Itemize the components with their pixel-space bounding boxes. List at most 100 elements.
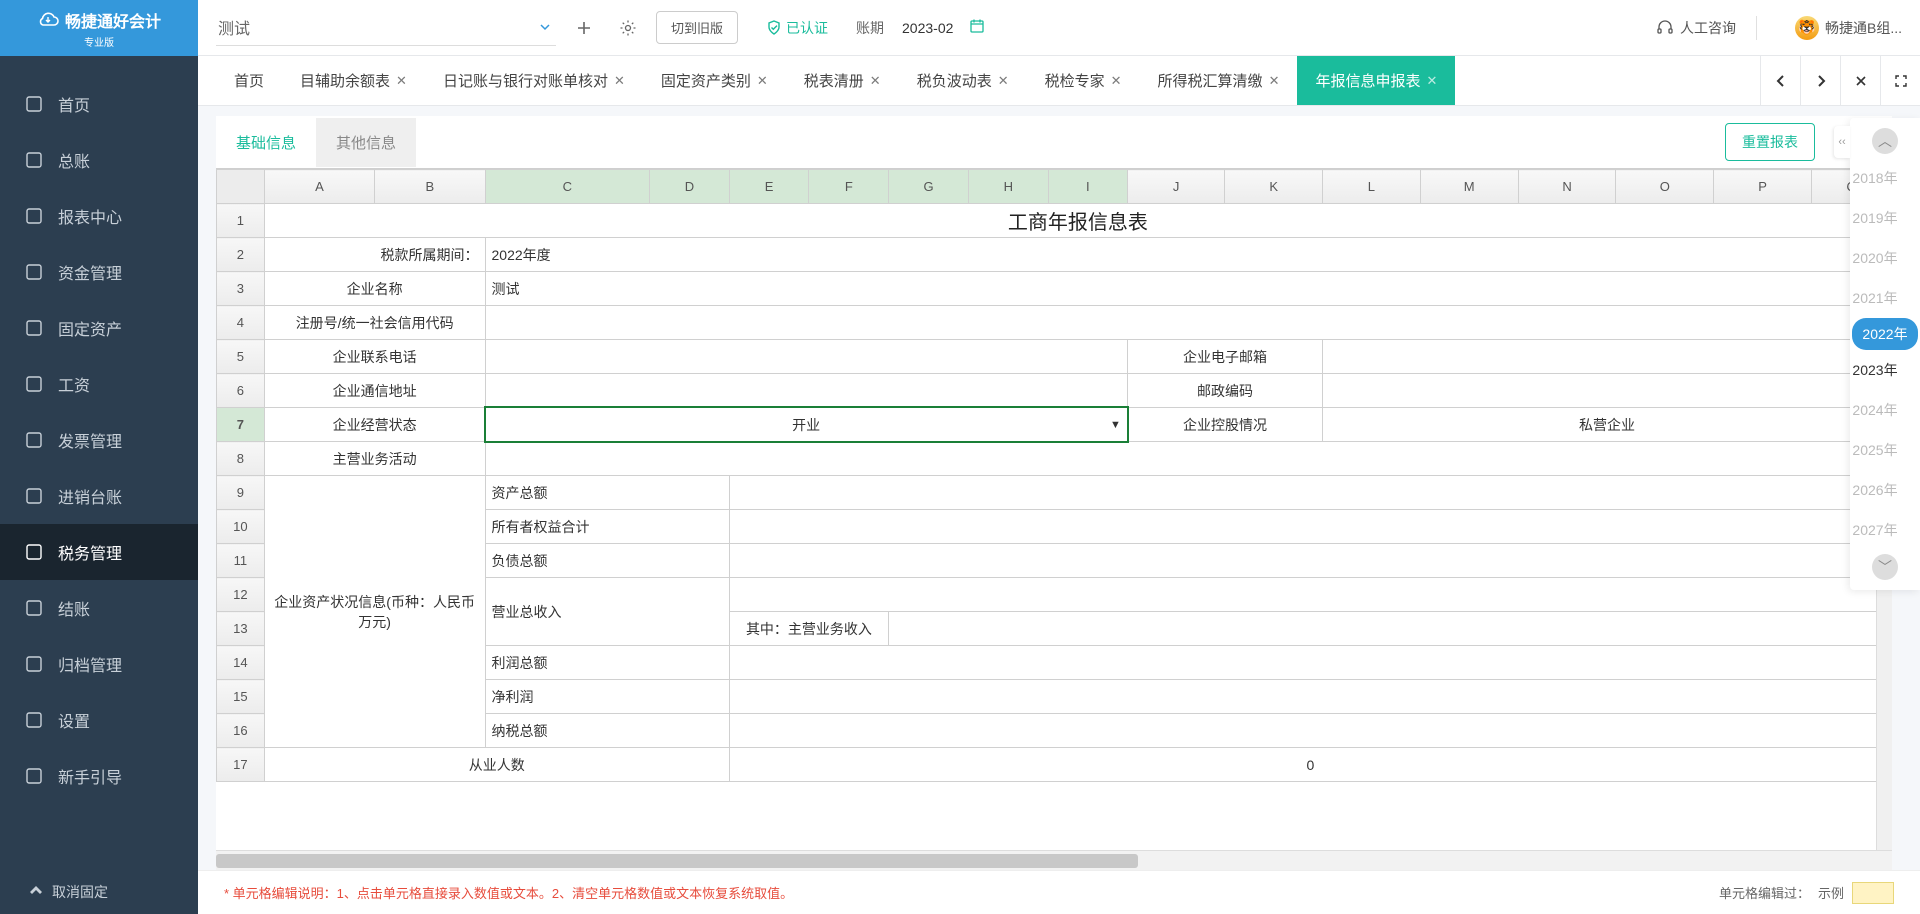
spreadsheet[interactable]: ABCDEFGHIJKLMNOPQ 1工商年报信息表 2税款所属期间：2022年…	[216, 169, 1892, 850]
year-2027年[interactable]: 2027年	[1852, 510, 1917, 550]
tax-value[interactable]	[729, 714, 1891, 748]
row-head-7[interactable]: 7	[217, 408, 265, 442]
nav-item-2[interactable]: 报表中心	[0, 188, 198, 244]
nav-item-11[interactable]: 设置	[0, 692, 198, 748]
row-head-13[interactable]: 13	[217, 612, 265, 646]
year-2023年[interactable]: 2023年	[1852, 350, 1917, 390]
row-head-16[interactable]: 16	[217, 714, 265, 748]
col-head-N[interactable]: N	[1518, 170, 1616, 204]
tab-0[interactable]: 目辅助余额表✕	[282, 56, 425, 105]
net-profit-value[interactable]	[729, 680, 1891, 714]
tab-close-icon[interactable]: ✕	[998, 73, 1009, 89]
tab-close-icon[interactable]: ✕	[1426, 73, 1437, 89]
tabs-close-button[interactable]	[1840, 56, 1880, 106]
col-head-O[interactable]: O	[1616, 170, 1714, 204]
col-head-P[interactable]: P	[1714, 170, 1812, 204]
tab-3[interactable]: 税表清册✕	[786, 56, 899, 105]
year-2018年[interactable]: 2018年	[1852, 158, 1917, 198]
row-head-1[interactable]: 1	[217, 204, 265, 238]
col-head-G[interactable]: G	[889, 170, 969, 204]
col-head-F[interactable]: F	[809, 170, 889, 204]
main-biz-value[interactable]	[485, 442, 1892, 476]
nav-item-8[interactable]: 税务管理	[0, 524, 198, 580]
postcode-value[interactable]	[1323, 374, 1892, 408]
tab-close-icon[interactable]: ✕	[396, 73, 407, 89]
old-version-button[interactable]: 切到旧版	[656, 11, 738, 44]
main-revenue-value[interactable]	[889, 612, 1892, 646]
consult-button[interactable]: 人工咨询	[1656, 18, 1736, 38]
tab-5[interactable]: 税检专家✕	[1027, 56, 1140, 105]
tab-4[interactable]: 税负波动表✕	[899, 56, 1027, 105]
col-head-C[interactable]: C	[485, 170, 650, 204]
year-2022年[interactable]: 2022年	[1852, 318, 1917, 350]
holding-value[interactable]: 私营企业	[1323, 408, 1892, 442]
col-head-B[interactable]: B	[375, 170, 485, 204]
period-value-cell[interactable]: 2022年度	[485, 238, 1892, 272]
tab-close-icon[interactable]: ✕	[870, 73, 881, 89]
company-name-value[interactable]: 测试	[485, 272, 1892, 306]
nav-item-4[interactable]: 固定资产	[0, 300, 198, 356]
year-2025年[interactable]: 2025年	[1852, 430, 1917, 470]
nav-item-7[interactable]: 进销台账	[0, 468, 198, 524]
year-up-button[interactable]: ︿	[1872, 128, 1898, 154]
row-head-2[interactable]: 2	[217, 238, 265, 272]
tab-1[interactable]: 日记账与银行对账单核对✕	[425, 56, 643, 105]
row-head-15[interactable]: 15	[217, 680, 265, 714]
address-value[interactable]	[485, 374, 1127, 408]
nav-item-9[interactable]: 结账	[0, 580, 198, 636]
year-2020年[interactable]: 2020年	[1852, 238, 1917, 278]
col-head-D[interactable]: D	[650, 170, 730, 204]
col-head-J[interactable]: J	[1127, 170, 1225, 204]
tab-7[interactable]: 年报信息申报表✕	[1297, 56, 1455, 105]
row-head-3[interactable]: 3	[217, 272, 265, 306]
col-head-L[interactable]: L	[1323, 170, 1421, 204]
nav-item-3[interactable]: 资金管理	[0, 244, 198, 300]
nav-item-5[interactable]: 工资	[0, 356, 198, 412]
year-2026年[interactable]: 2026年	[1852, 470, 1917, 510]
nav-item-12[interactable]: 新手引导	[0, 748, 198, 804]
col-head-M[interactable]: M	[1420, 170, 1518, 204]
col-head-K[interactable]: K	[1225, 170, 1323, 204]
tabs-fullscreen-button[interactable]	[1880, 56, 1920, 106]
tab-close-icon[interactable]: ✕	[614, 73, 625, 89]
tab-home[interactable]: 首页	[216, 56, 282, 105]
row-head-14[interactable]: 14	[217, 646, 265, 680]
subtab-basic[interactable]: 基础信息	[216, 118, 316, 167]
tabs-prev-button[interactable]	[1760, 56, 1800, 106]
row-head-11[interactable]: 11	[217, 544, 265, 578]
status-value-cell[interactable]: 开业▼	[485, 408, 1127, 442]
email-value[interactable]	[1323, 340, 1892, 374]
owner-equity-value[interactable]	[729, 510, 1891, 544]
employees-value[interactable]: 0	[729, 748, 1891, 782]
tabs-next-button[interactable]	[1800, 56, 1840, 106]
profit-value[interactable]	[729, 646, 1891, 680]
tab-close-icon[interactable]: ✕	[1269, 73, 1280, 89]
col-head-I[interactable]: I	[1048, 170, 1127, 204]
scrollbar-thumb[interactable]	[216, 854, 1138, 868]
col-head-H[interactable]: H	[968, 170, 1048, 204]
tab-6[interactable]: 所得税汇算清缴✕	[1140, 56, 1298, 105]
nav-item-10[interactable]: 归档管理	[0, 636, 198, 692]
year-2019年[interactable]: 2019年	[1852, 198, 1917, 238]
row-head-4[interactable]: 4	[217, 306, 265, 340]
user-menu[interactable]: 🐯 畅捷通B组...	[1795, 16, 1902, 40]
row-head-17[interactable]: 17	[217, 748, 265, 782]
total-assets-value[interactable]	[729, 476, 1891, 510]
nav-item-0[interactable]: 首页	[0, 76, 198, 132]
tab-close-icon[interactable]: ✕	[1111, 73, 1122, 89]
col-head-E[interactable]: E	[729, 170, 809, 204]
year-2024年[interactable]: 2024年	[1852, 390, 1917, 430]
sidebar-unpin[interactable]: 取消固定	[0, 870, 198, 914]
row-head-12[interactable]: 12	[217, 578, 265, 612]
horizontal-scrollbar[interactable]	[216, 850, 1892, 870]
tab-2[interactable]: 固定资产类别✕	[643, 56, 786, 105]
row-head-8[interactable]: 8	[217, 442, 265, 476]
liabilities-value[interactable]	[729, 544, 1891, 578]
row-head-10[interactable]: 10	[217, 510, 265, 544]
row-head-9[interactable]: 9	[217, 476, 265, 510]
row-head-5[interactable]: 5	[217, 340, 265, 374]
reg-code-value[interactable]	[485, 306, 1892, 340]
reset-report-button[interactable]: 重置报表	[1725, 123, 1815, 161]
subtab-other[interactable]: 其他信息	[316, 118, 416, 167]
tab-close-icon[interactable]: ✕	[757, 73, 768, 89]
